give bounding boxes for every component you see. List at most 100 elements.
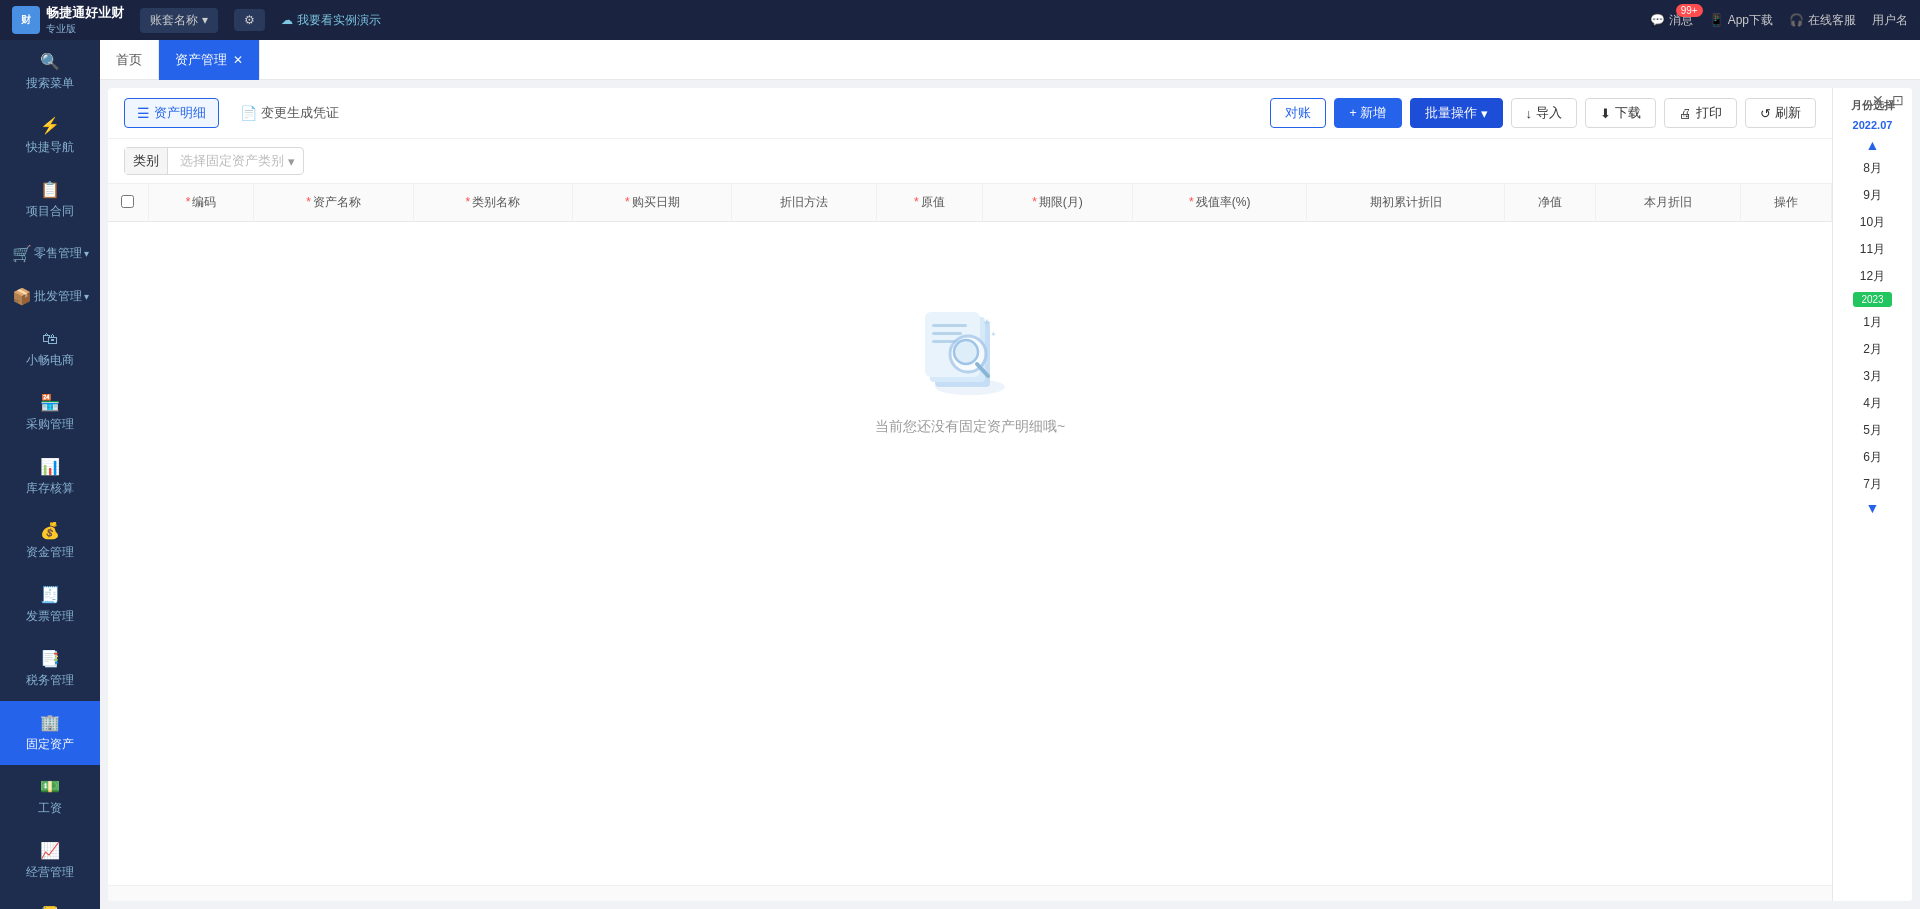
sidebar-item-retail[interactable]: 🛒 零售管理 ▾ [0, 232, 100, 275]
tab-asset[interactable]: 资产管理 ✕ [159, 40, 260, 80]
month-item-3[interactable]: 3月 [1833, 363, 1912, 390]
sidebar-item-search[interactable]: 🔍 搜索菜单 [0, 40, 100, 104]
sidebar-item-salary[interactable]: 💵 工资 [0, 765, 100, 829]
svg-point-8 [954, 340, 978, 364]
month-item-10[interactable]: 10月 [1833, 209, 1912, 236]
sidebar-label-purchase: 采购管理 [26, 416, 74, 433]
month-item-7[interactable]: 7月 [1833, 471, 1912, 498]
contract-icon: 📋 [40, 180, 60, 199]
chevron-down-icon: ▾ [84, 248, 89, 259]
sidebar-label-operations: 经营管理 [26, 864, 74, 881]
settings-btn[interactable]: ⚙ [234, 9, 265, 31]
sidebar-label-salary: 工资 [38, 800, 62, 817]
month-item-1[interactable]: 1月 [1833, 309, 1912, 336]
subtab-voucher[interactable]: 📄 变更生成凭证 [227, 98, 352, 128]
svg-rect-5 [932, 332, 962, 335]
month-item-9[interactable]: 9月 [1833, 182, 1912, 209]
month-picker-year: 2022.07 [1853, 117, 1893, 135]
download-button[interactable]: ⬇ 下载 [1585, 98, 1656, 128]
sub-tabs: ☰ 资产明细 📄 变更生成凭证 对账 + 新增 批量操作 ▾ [108, 88, 1832, 139]
tax-icon: 📑 [40, 649, 60, 668]
svg-rect-4 [932, 324, 967, 327]
horizontal-scrollbar[interactable] [108, 885, 1832, 901]
asset-panel: ☰ 资产明细 📄 变更生成凭证 对账 + 新增 批量操作 ▾ [108, 88, 1832, 901]
sidebar-label-tax: 税务管理 [26, 672, 74, 689]
sidebar-item-purchase[interactable]: 🏪 采购管理 [0, 381, 100, 445]
sidebar-label-contract: 项目合同 [26, 203, 74, 220]
empty-text: 当前您还没有固定资产明细哦~ [875, 418, 1065, 436]
month-item-8[interactable]: 8月 [1833, 155, 1912, 182]
month-item-5[interactable]: 5月 [1833, 417, 1912, 444]
month-up-arrow[interactable]: ▲ [1866, 135, 1880, 155]
sidebar-item-ecommerce[interactable]: 🛍 小畅电商 [0, 318, 100, 381]
th-month-dep: 本月折旧 [1596, 184, 1740, 222]
empty-state: ✦ ✦ 当前您还没有固定资产明细哦~ [108, 222, 1832, 516]
message-btn[interactable]: 💬 消息 99+ [1650, 12, 1693, 29]
demo-text: 我要看实例演示 [297, 12, 381, 29]
month-picker-panel: 月份选择 2022.07 ▲ 8月 9月 10月 11月 12月 2023 1月… [1832, 88, 1912, 901]
user-info[interactable]: 用户名 [1872, 12, 1908, 29]
reconcile-button[interactable]: 对账 [1270, 98, 1326, 128]
sidebar-item-quicknav[interactable]: ⚡ 快捷导航 [0, 104, 100, 168]
sidebar-item-invoice[interactable]: 🧾 发票管理 [0, 573, 100, 637]
filter-bar: 类别 选择固定资产类别 ▾ [108, 139, 1832, 184]
tab-close-icon[interactable]: ✕ [233, 53, 243, 67]
settings-icon: ⚙ [244, 13, 255, 27]
th-category: *类别名称 [413, 184, 572, 222]
sidebar-item-finance[interactable]: 💰 资金管理 [0, 509, 100, 573]
sidebar-label-quicknav: 快捷导航 [26, 139, 74, 156]
demo-btn[interactable]: ☁ 我要看实例演示 [281, 12, 381, 29]
toolbar-actions: 对账 + 新增 批量操作 ▾ ↓ 导入 ⬇ 下载 🖨 打印 [1270, 98, 1816, 128]
tab-home[interactable]: 首页 [100, 40, 159, 80]
operations-icon: 📈 [40, 841, 60, 860]
month-item-12[interactable]: 12月 [1833, 263, 1912, 290]
import-button[interactable]: ↓ 导入 [1511, 98, 1578, 128]
month-down-arrow[interactable]: ▼ [1866, 498, 1880, 518]
app-download-btn[interactable]: 📱 App下载 [1709, 12, 1773, 29]
download-icon: ⬇ [1600, 106, 1611, 121]
th-dep-method: 折旧方法 [732, 184, 876, 222]
account-selector[interactable]: 账套名称 ▾ [140, 8, 218, 33]
sidebar-item-ledger[interactable]: 📒 总账管理 [0, 893, 100, 909]
wholesale-icon: 📦 [12, 287, 32, 306]
year-2023-badge: 2023 [1853, 292, 1891, 307]
online-service-btn[interactable]: 🎧 在线客服 [1789, 12, 1856, 29]
close-panel-button[interactable]: ✕ [1872, 92, 1884, 108]
th-operation: 操作 [1740, 184, 1831, 222]
sidebar-item-inventory[interactable]: 📊 库存核算 [0, 445, 100, 509]
sidebar-item-tax[interactable]: 📑 税务管理 [0, 637, 100, 701]
month-item-4[interactable]: 4月 [1833, 390, 1912, 417]
category-dropdown-icon: ▾ [288, 154, 295, 169]
expand-panel-button[interactable]: ⊡ [1892, 92, 1904, 108]
ledger-icon: 📒 [40, 905, 60, 909]
select-all-checkbox[interactable] [121, 195, 134, 208]
month-item-2[interactable]: 2月 [1833, 336, 1912, 363]
month-item-11[interactable]: 11月 [1833, 236, 1912, 263]
subtab-detail[interactable]: ☰ 资产明细 [124, 98, 219, 128]
salary-icon: 💵 [40, 777, 60, 796]
sidebar-item-wholesale[interactable]: 📦 批发管理 ▾ [0, 275, 100, 318]
topbar-right: 💬 消息 99+ 📱 App下载 🎧 在线客服 用户名 [1650, 12, 1908, 29]
sidebar-label-inventory: 库存核算 [26, 480, 74, 497]
asset-table: *编码 *资产名称 *类别名称 *购买日期 [108, 184, 1832, 885]
refresh-button[interactable]: ↺ 刷新 [1745, 98, 1816, 128]
month-item-6[interactable]: 6月 [1833, 444, 1912, 471]
user-name: 用户名 [1872, 13, 1908, 27]
category-select[interactable]: 类别 选择固定资产类别 ▾ [124, 147, 304, 175]
sidebar-item-operations[interactable]: 📈 经营管理 [0, 829, 100, 893]
category-placeholder: 选择固定资产类别 [180, 152, 284, 170]
print-button[interactable]: 🖨 打印 [1664, 98, 1737, 128]
account-name: 账套名称 [150, 12, 198, 29]
sidebar-item-fixedasset[interactable]: 🏢 固定资产 [0, 701, 100, 765]
svg-text:✦: ✦ [982, 316, 992, 330]
main-layout: 🔍 搜索菜单 ⚡ 快捷导航 📋 项目合同 🛒 零售管理 ▾ 📦 批发管理 ▾ 🛍… [0, 40, 1920, 909]
th-period: *期限(月) [982, 184, 1132, 222]
subtab-detail-label: 资产明细 [154, 104, 206, 122]
th-net-value: 净值 [1505, 184, 1596, 222]
batch-button[interactable]: 批量操作 ▾ [1410, 98, 1503, 128]
th-code: *编码 [148, 184, 254, 222]
data-table: *编码 *资产名称 *类别名称 *购买日期 [108, 184, 1832, 222]
sidebar-item-contract[interactable]: 📋 项目合同 [0, 168, 100, 232]
add-button[interactable]: + 新增 [1334, 98, 1401, 128]
download-icon: 📱 [1709, 13, 1724, 27]
